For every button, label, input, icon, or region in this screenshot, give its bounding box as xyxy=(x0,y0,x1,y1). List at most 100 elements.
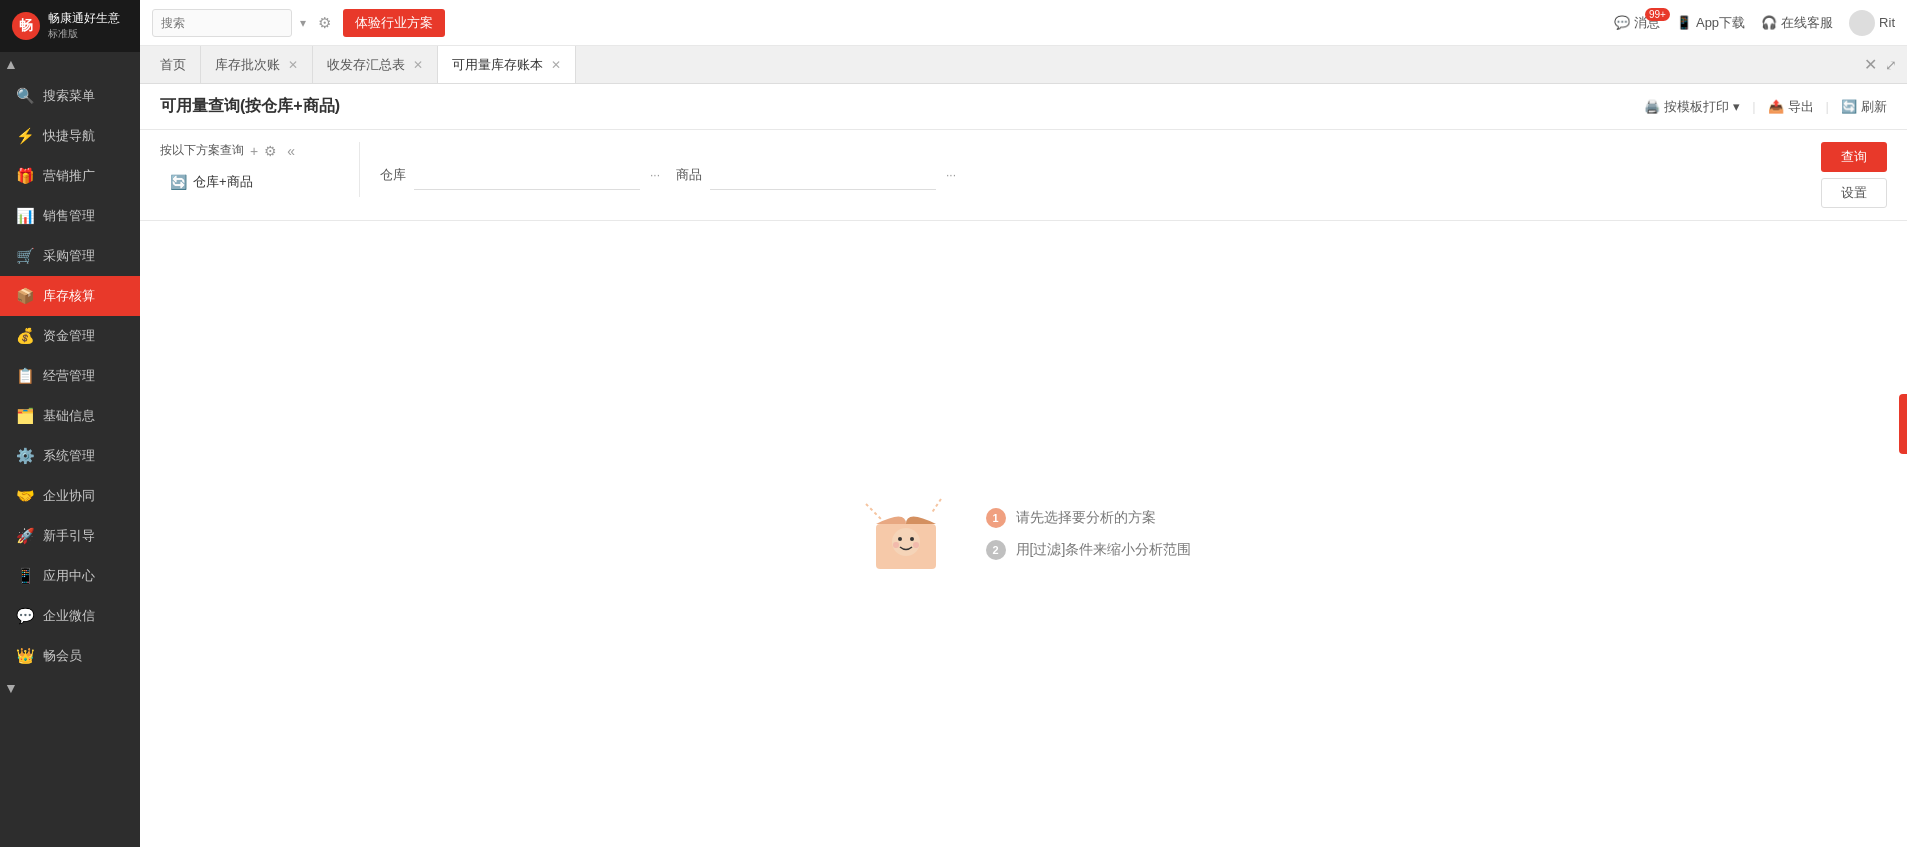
sidebar-item-basic[interactable]: 🗂️ 基础信息 xyxy=(0,396,140,436)
print-chevron-icon: ▾ xyxy=(1733,99,1740,114)
product-input[interactable] xyxy=(710,160,936,190)
svg-point-1 xyxy=(892,528,920,556)
rocket-icon: 🚀 xyxy=(16,527,35,545)
right-scroll-hint xyxy=(1899,394,1907,454)
filter-fields: 仓库 ··· 商品 ··· 查询 设置 xyxy=(360,142,1887,208)
empty-step-2: 2 用[过滤]条件来缩小分析范围 xyxy=(986,540,1192,560)
app-download-button[interactable]: 📱 App下载 xyxy=(1676,14,1745,32)
tab-inventory-summary[interactable]: 收发存汇总表 ✕ xyxy=(313,46,438,83)
empty-text: 1 请先选择要分析的方案 2 用[过滤]条件来缩小分析范围 xyxy=(986,508,1192,560)
sidebar: 畅 畅康通好生意 标准版 ▲ 🔍 搜索菜单 ⚡ 快捷导航 🎁 营销推广 📊 销售… xyxy=(0,0,140,847)
search-chevron-icon[interactable]: ▾ xyxy=(300,16,306,30)
tab-close-available[interactable]: ✕ xyxy=(551,58,561,72)
online-service-button[interactable]: 🎧 在线客服 xyxy=(1761,14,1833,32)
box-icon: 📦 xyxy=(16,287,35,305)
sidebar-item-onboarding[interactable]: 🚀 新手引导 xyxy=(0,516,140,556)
sidebar-item-finance[interactable]: 💰 资金管理 xyxy=(0,316,140,356)
topbar-search-area xyxy=(152,9,292,37)
page-header-actions: 🖨️ 按模板打印 ▾ | 📤 导出 | 🔄 刷新 xyxy=(1644,98,1887,116)
industry-solution-button[interactable]: 体验行业方案 xyxy=(343,9,445,37)
filter-action-buttons: 查询 设置 xyxy=(1821,142,1887,208)
search-input[interactable] xyxy=(152,9,292,37)
empty-state: 1 请先选择要分析的方案 2 用[过滤]条件来缩小分析范围 xyxy=(140,221,1907,847)
empty-step-1: 1 请先选择要分析的方案 xyxy=(986,508,1192,528)
sidebar-item-quick-nav[interactable]: ⚡ 快捷导航 xyxy=(0,116,140,156)
clipboard-icon: 📋 xyxy=(16,367,35,385)
settings-icon[interactable]: ⚙ xyxy=(318,14,331,32)
filter-settings-button[interactable]: 设置 xyxy=(1821,178,1887,208)
topbar: ▾ ⚙ 体验行业方案 💬 消息 99+ 📱 App下载 🎧 在线客服 Rit xyxy=(140,0,1907,46)
message-badge: 99+ xyxy=(1645,8,1670,21)
empty-svg xyxy=(856,484,956,584)
chart-icon: 📊 xyxy=(16,207,35,225)
crown-icon: 👑 xyxy=(16,647,35,665)
product-field: 商品 ··· xyxy=(676,160,956,190)
message-button[interactable]: 💬 消息 99+ xyxy=(1614,14,1660,32)
user-menu[interactable]: Rit xyxy=(1849,10,1895,36)
message-icon: 💬 xyxy=(1614,15,1630,30)
logo-icon: 畅 xyxy=(12,12,40,40)
step-2-num: 2 xyxy=(986,540,1006,560)
filter-scheme-item[interactable]: 🔄 仓库+商品 xyxy=(160,167,343,197)
logo-text: 畅康通好生意 标准版 xyxy=(48,11,120,41)
svg-point-5 xyxy=(913,542,919,548)
refresh-button[interactable]: 🔄 刷新 xyxy=(1841,98,1887,116)
scheme-rotate-icon: 🔄 xyxy=(170,174,187,190)
page-content: 可用量查询(按仓库+商品) 🖨️ 按模板打印 ▾ | 📤 导出 | 🔄 刷新 xyxy=(140,84,1907,847)
page-title: 可用量查询(按仓库+商品) xyxy=(160,96,340,117)
sidebar-item-marketing[interactable]: 🎁 营销推广 xyxy=(0,156,140,196)
warehouse-more-icon[interactable]: ··· xyxy=(650,168,660,182)
sidebar-item-appstore[interactable]: 📱 应用中心 xyxy=(0,556,140,596)
mobile-icon: 📱 xyxy=(16,567,35,585)
svg-point-4 xyxy=(893,542,899,548)
export-icon: 📤 xyxy=(1768,99,1784,114)
sidebar-scroll-up[interactable]: ▲ xyxy=(0,52,22,76)
filter-area: 按以下方案查询 + ⚙ « 🔄 仓库+商品 仓库 ··· 商品 xyxy=(140,130,1907,221)
tab-available-stock[interactable]: 可用量库存账本 ✕ xyxy=(438,46,576,83)
sidebar-item-wechat[interactable]: 💬 企业微信 xyxy=(0,596,140,636)
collapse-icon[interactable]: « xyxy=(287,143,295,159)
step-1-text: 请先选择要分析的方案 xyxy=(1016,509,1156,527)
search-icon: 🔍 xyxy=(16,87,35,105)
tab-close-batch[interactable]: ✕ xyxy=(288,58,298,72)
printer-icon: 🖨️ xyxy=(1644,99,1660,114)
tab-bar: 首页 库存批次账 ✕ 收发存汇总表 ✕ 可用量库存账本 ✕ ✕ ⤢ xyxy=(140,46,1907,84)
warehouse-input[interactable] xyxy=(414,160,640,190)
sidebar-item-purchase[interactable]: 🛒 采购管理 xyxy=(0,236,140,276)
topbar-right-actions: 💬 消息 99+ 📱 App下载 🎧 在线客服 Rit xyxy=(1614,10,1895,36)
close-tab-button[interactable]: ✕ xyxy=(1864,55,1877,74)
template-print-button[interactable]: 🖨️ 按模板打印 ▾ xyxy=(1644,98,1740,116)
sidebar-nav: ▲ 🔍 搜索菜单 ⚡ 快捷导航 🎁 营销推广 📊 销售管理 🛒 采购管理 📦 库… xyxy=(0,52,140,847)
expand-button[interactable]: ⤢ xyxy=(1885,57,1897,73)
filter-scheme-label: 按以下方案查询 + ⚙ « xyxy=(160,142,343,159)
filter-scheme-panel: 按以下方案查询 + ⚙ « 🔄 仓库+商品 xyxy=(160,142,360,197)
tab-close-summary[interactable]: ✕ xyxy=(413,58,423,72)
step-2-text: 用[过滤]条件来缩小分析范围 xyxy=(1016,541,1192,559)
scheme-settings-icon[interactable]: ⚙ xyxy=(264,143,277,159)
sidebar-item-search[interactable]: 🔍 搜索菜单 xyxy=(0,76,140,116)
step-1-num: 1 xyxy=(986,508,1006,528)
export-button[interactable]: 📤 导出 xyxy=(1768,98,1814,116)
tabbar-actions: ✕ ⤢ xyxy=(1854,55,1907,74)
product-more-icon[interactable]: ··· xyxy=(946,168,956,182)
gift-icon: 🎁 xyxy=(16,167,35,185)
phone-icon: 📱 xyxy=(1676,15,1692,30)
sidebar-item-enterprise[interactable]: 🤝 企业协同 xyxy=(0,476,140,516)
sidebar-item-sales[interactable]: 📊 销售管理 xyxy=(0,196,140,236)
sidebar-scroll-down[interactable]: ▼ xyxy=(0,676,22,700)
add-scheme-icon[interactable]: + xyxy=(250,143,258,159)
handshake-icon: 🤝 xyxy=(16,487,35,505)
sidebar-item-operations[interactable]: 📋 经营管理 xyxy=(0,356,140,396)
warehouse-field: 仓库 ··· xyxy=(380,160,660,190)
cart-icon: 🛒 xyxy=(16,247,35,265)
query-button[interactable]: 查询 xyxy=(1821,142,1887,172)
svg-line-6 xyxy=(866,504,881,519)
svg-point-2 xyxy=(898,537,902,541)
tab-batch-account[interactable]: 库存批次账 ✕ xyxy=(201,46,313,83)
svg-line-7 xyxy=(931,499,941,514)
sidebar-item-inventory[interactable]: 📦 库存核算 xyxy=(0,276,140,316)
page-header: 可用量查询(按仓库+商品) 🖨️ 按模板打印 ▾ | 📤 导出 | 🔄 刷新 xyxy=(140,84,1907,130)
tab-home[interactable]: 首页 xyxy=(140,46,201,83)
sidebar-item-vip[interactable]: 👑 畅会员 xyxy=(0,636,140,676)
sidebar-item-system[interactable]: ⚙️ 系统管理 xyxy=(0,436,140,476)
